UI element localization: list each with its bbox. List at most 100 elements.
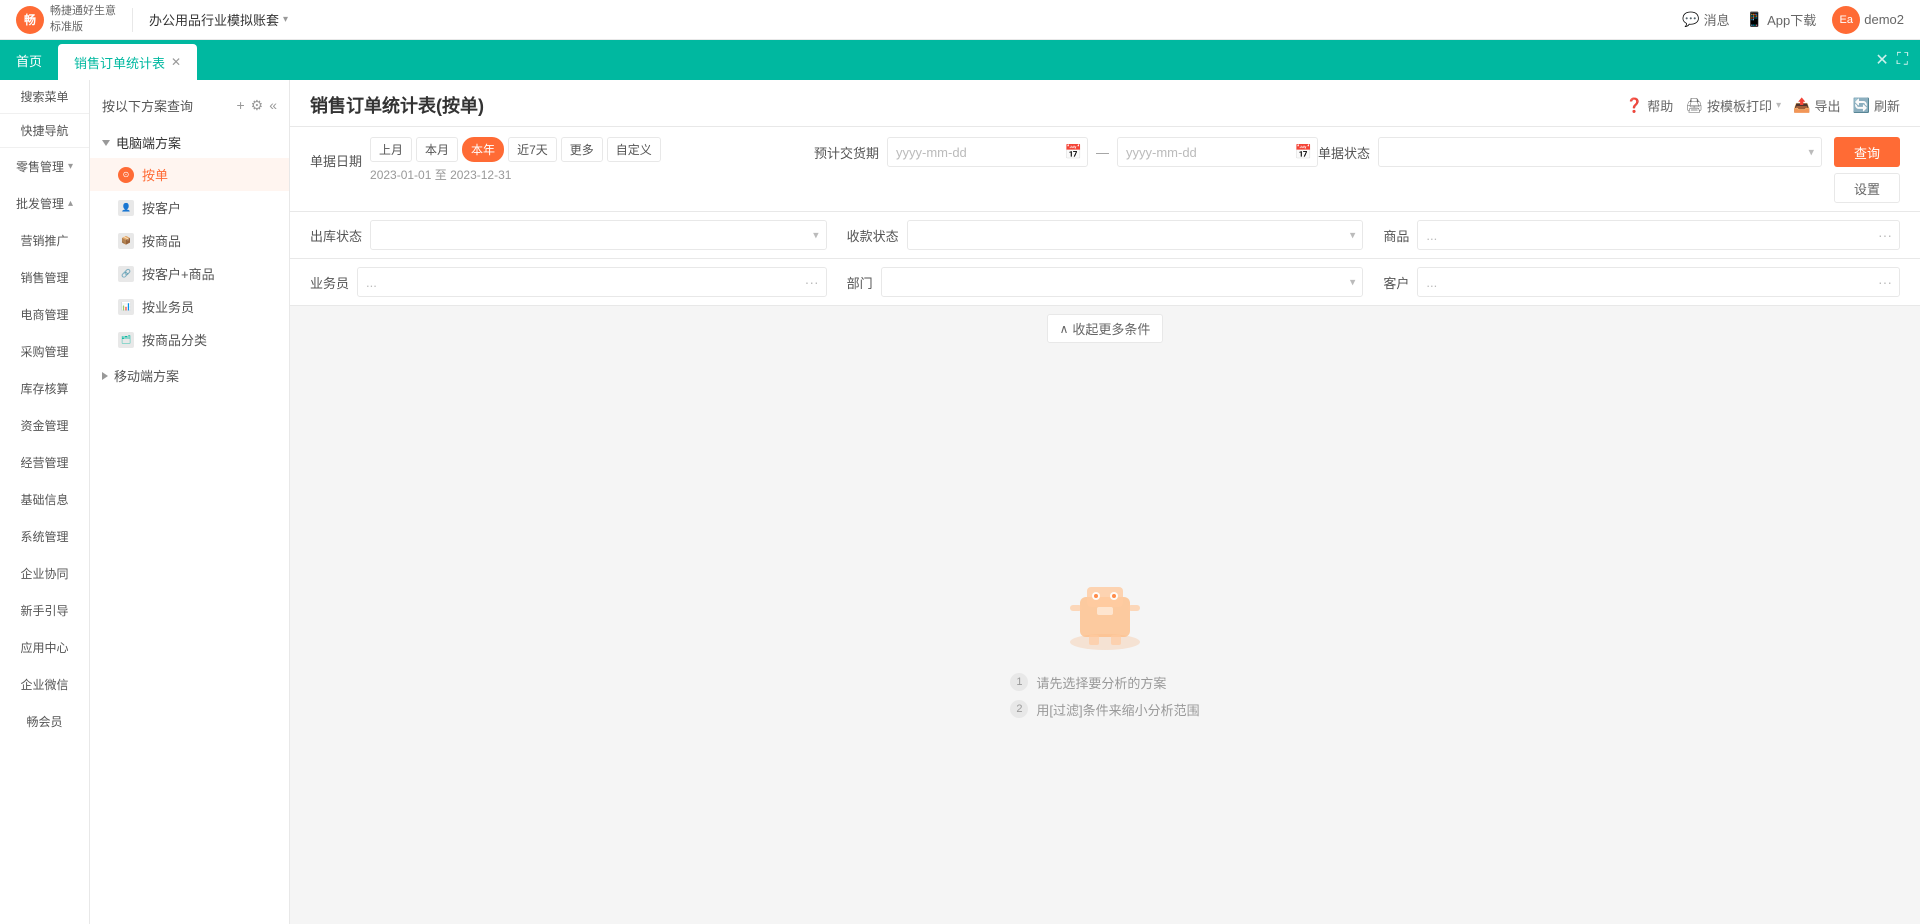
delivery-date-end-wrap: 📅 [1117, 137, 1318, 167]
scheme-label-by-customer: 按客户 [142, 198, 181, 217]
help-button[interactable]: ❓ 帮助 [1626, 96, 1673, 115]
scheme-item-by-product[interactable]: 📦 按商品 [90, 224, 289, 257]
calendar-end-icon[interactable]: 📅 [1295, 144, 1312, 161]
date-filter-group: 上月 本月 本年 近7天 更多 自定义 2023-01-01 至 2023-12… [370, 137, 661, 183]
top-bar-right: 💬 消息 📱 App下载 Ea demo2 [1682, 6, 1904, 34]
sidebar-label-member: 畅会员 [26, 713, 62, 730]
calendar-start-icon[interactable]: 📅 [1065, 144, 1082, 161]
date-btn-last-month[interactable]: 上月 [370, 137, 412, 162]
tab-close-icon[interactable]: ✕ [171, 55, 181, 69]
sidebar-item-operations[interactable]: 经营管理 [0, 444, 89, 481]
logo-area: 畅 畅捷通好生意 标准版 [16, 4, 116, 35]
scheme-item-by-order[interactable]: ⊙ 按单 [90, 158, 289, 191]
sidebar-item-inventory[interactable]: 库存核算 [0, 370, 89, 407]
delivery-date-end-input[interactable] [1117, 137, 1318, 167]
order-status-select[interactable] [1378, 137, 1822, 167]
order-status-select-wrap [1378, 137, 1822, 167]
date-btn-more[interactable]: 更多 [561, 137, 603, 162]
order-status-label: 单据状态 [1318, 143, 1370, 162]
product-more-icon[interactable]: ··· [1878, 227, 1892, 243]
top-bar-left: 畅 畅捷通好生意 标准版 办公用品行业模拟账套 ▾ [16, 4, 288, 35]
sidebar-item-sales-mgmt[interactable]: 销售管理 [0, 259, 89, 296]
sidebar-item-enterprise-collab[interactable]: 企业协同 [0, 555, 89, 592]
sidebar-item-system[interactable]: 系统管理 [0, 518, 89, 555]
delivery-date-start-input[interactable] [887, 137, 1088, 167]
customer-input[interactable] [1417, 267, 1900, 297]
mobile-schemes-group[interactable]: 移动端方案 [90, 360, 289, 391]
department-col: 部门 [847, 267, 1364, 297]
query-button[interactable]: 查询 [1834, 137, 1900, 167]
empty-tip-2-label: 用[过滤]条件来缩小分析范围 [1036, 700, 1199, 719]
refresh-button[interactable]: 🔄 刷新 [1853, 96, 1900, 115]
tab-home[interactable]: 首页 [0, 40, 58, 80]
product-input-wrap: ··· [1417, 220, 1900, 250]
sidebar-label-marketing: 营销推广 [20, 232, 68, 249]
search-label: 搜索菜单 [20, 90, 68, 104]
product-input[interactable] [1417, 220, 1900, 250]
settings-scheme-icon[interactable]: ⚙ [251, 97, 264, 114]
sidebar-item-finance[interactable]: 资金管理 [0, 407, 89, 444]
tab-sales-order-stats[interactable]: 销售订单统计表 ✕ [58, 44, 197, 80]
delivery-status-select[interactable] [370, 220, 827, 250]
date-btn-custom[interactable]: 自定义 [607, 137, 661, 162]
customer-more-icon[interactable]: ··· [1878, 274, 1892, 290]
mobile-group-label: 移动端方案 [114, 366, 179, 385]
scheme-icon-by-product: 📦 [118, 233, 134, 249]
empty-illustration [1045, 557, 1165, 657]
scheme-icon-by-customer: 👤 [118, 200, 134, 216]
date-btn-this-month[interactable]: 本月 [416, 137, 458, 162]
salesperson-col: 业务员 ··· [310, 267, 827, 297]
sidebar-label-basic-info: 基础信息 [20, 491, 68, 508]
department-select[interactable] [881, 267, 1364, 297]
export-label: 导出 [1815, 96, 1841, 115]
sidebar-quick-nav[interactable]: 快捷导航 [0, 114, 89, 148]
sidebar-search[interactable]: 搜索菜单 [0, 80, 89, 114]
tip-num-1: 1 [1010, 673, 1028, 691]
desktop-schemes-group: 电脑端方案 ⊙ 按单 👤 按客户 📦 [90, 123, 289, 360]
user-avatar-area[interactable]: Ea demo2 [1832, 6, 1904, 34]
messages-button[interactable]: 💬 消息 [1682, 10, 1729, 29]
export-button[interactable]: 📤 导出 [1793, 96, 1840, 115]
app-selector[interactable]: 办公用品行业模拟账套 ▾ [149, 10, 288, 29]
sidebar-item-app-center[interactable]: 应用中心 [0, 629, 89, 666]
settings-button[interactable]: 设置 [1834, 173, 1900, 203]
sidebar-item-purchase[interactable]: 采购管理 [0, 333, 89, 370]
date-btn-last-7-days[interactable]: 近7天 [508, 137, 557, 162]
page-header: 销售订单统计表(按单) ❓ 帮助 🖨 按模板打印 ▾ 📤 导出 [290, 80, 1920, 127]
print-button[interactable]: 🖨 按模板打印 ▾ [1685, 96, 1781, 115]
logo-text-label: 畅捷通好生意 标准版 [50, 4, 116, 35]
collapse-btn[interactable]: ∧ 收起更多条件 [1047, 314, 1164, 343]
scheme-item-by-salesperson[interactable]: 📊 按业务员 [90, 290, 289, 323]
sidebar-item-ecommerce[interactable]: 电商管理 [0, 296, 89, 333]
group-expand-icon [102, 140, 110, 146]
date-btn-this-year[interactable]: 本年 [462, 137, 504, 162]
scheme-item-by-customer-product[interactable]: 🔗 按客户+商品 [90, 257, 289, 290]
help-label: 帮助 [1647, 96, 1673, 115]
retail-arrow-icon: ▾ [68, 161, 73, 172]
add-scheme-icon[interactable]: + [236, 97, 244, 114]
app-download-button[interactable]: 📱 App下载 [1746, 10, 1817, 29]
desktop-scheme-group-title[interactable]: 电脑端方案 [90, 127, 289, 158]
customer-label: 客户 [1383, 273, 1409, 292]
sidebar-item-basic-info[interactable]: 基础信息 [0, 481, 89, 518]
collapse-btn-label: 收起更多条件 [1072, 319, 1150, 338]
sidebar-item-new-guide[interactable]: 新手引导 [0, 592, 89, 629]
avatar: Ea [1832, 6, 1860, 34]
sidebar-label-new-guide: 新手引导 [20, 602, 68, 619]
close-tab-action[interactable]: ✕ [1875, 50, 1888, 70]
desktop-group-label: 电脑端方案 [116, 133, 181, 152]
fullscreen-action[interactable]: ⛶ [1897, 51, 1908, 69]
collapse-panel-icon[interactable]: « [269, 97, 277, 114]
sidebar-item-marketing[interactable]: 营销推广 [0, 222, 89, 259]
top-bar: 畅 畅捷通好生意 标准版 办公用品行业模拟账套 ▾ 💬 消息 📱 App下载 E… [0, 0, 1920, 40]
salesperson-more-icon[interactable]: ··· [805, 274, 819, 290]
scheme-item-by-product-category[interactable]: 🗂 按商品分类 [90, 323, 289, 356]
order-date-label: 单据日期 [310, 151, 362, 170]
payment-status-select[interactable] [907, 220, 1364, 250]
sidebar-item-enterprise-wechat[interactable]: 企业微信 [0, 666, 89, 703]
scheme-item-by-customer[interactable]: 👤 按客户 [90, 191, 289, 224]
sidebar-item-member[interactable]: 畅会员 [0, 703, 89, 740]
sidebar-item-wholesale-mgmt[interactable]: 批发管理 ▴ [0, 185, 89, 222]
sidebar-item-retail-mgmt[interactable]: 零售管理 ▾ [0, 148, 89, 185]
salesperson-input[interactable] [357, 267, 827, 297]
